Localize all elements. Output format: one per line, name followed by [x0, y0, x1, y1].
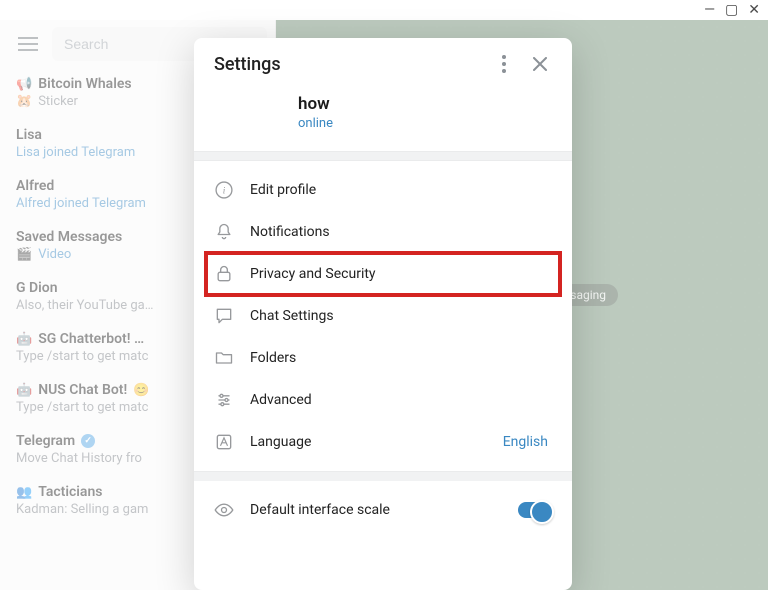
advanced-item[interactable]: Advanced — [194, 379, 572, 421]
close-modal-button[interactable] — [522, 46, 558, 82]
menu-item-label: Advanced — [250, 392, 552, 408]
notifications-item[interactable]: Notifications — [194, 211, 572, 253]
modal-title: Settings — [208, 54, 486, 75]
privacy-security-item[interactable]: Privacy and Security — [194, 253, 572, 295]
menu-item-value: English — [503, 434, 552, 450]
notifications-icon — [214, 222, 250, 242]
svg-text:i: i — [223, 185, 226, 195]
more-options-button[interactable] — [486, 46, 522, 82]
menu-item-label: Language — [250, 434, 503, 450]
privacy-security-icon — [214, 264, 250, 284]
menu-item-label: Chat Settings — [250, 308, 552, 324]
folders-item[interactable]: Folders — [194, 337, 572, 379]
default-interface-scale-toggle[interactable]: Default interface scale — [194, 489, 572, 531]
edit-profile-icon: i — [214, 180, 250, 200]
close-icon — [533, 57, 547, 71]
chat-settings-item[interactable]: Chat Settings — [194, 295, 572, 337]
toggle-switch-on[interactable] — [518, 502, 552, 518]
edit-profile-item[interactable]: i Edit profile — [194, 169, 572, 211]
profile-block[interactable]: how online — [194, 90, 572, 151]
language-icon — [214, 432, 250, 452]
menu-item-label: Privacy and Security — [250, 266, 552, 282]
maximize-button[interactable]: ▢ — [725, 2, 738, 18]
minimize-button[interactable]: — — [704, 2, 715, 18]
advanced-icon — [214, 390, 250, 410]
divider — [194, 151, 572, 161]
divider — [194, 471, 572, 481]
window-controls: — ▢ ✕ — [696, 0, 768, 20]
folders-icon — [214, 348, 250, 368]
dots-vertical-icon — [502, 55, 506, 73]
menu-item-label: Folders — [250, 350, 552, 366]
menu-item-label: Edit profile — [250, 182, 552, 198]
settings-menu: i Edit profile Notifications Privacy and Se… — [194, 161, 572, 471]
eye-icon — [214, 500, 250, 520]
close-window-button[interactable]: ✕ — [748, 2, 760, 18]
profile-status: online — [298, 116, 552, 131]
settings-modal: Settings how online i Edit profile Notific… — [194, 38, 572, 590]
profile-name: how — [298, 94, 552, 114]
menu-item-label: Notifications — [250, 224, 552, 240]
chat-settings-icon — [214, 306, 250, 326]
menu-item-label: Default interface scale — [250, 502, 518, 518]
language-item[interactable]: LanguageEnglish — [194, 421, 572, 463]
